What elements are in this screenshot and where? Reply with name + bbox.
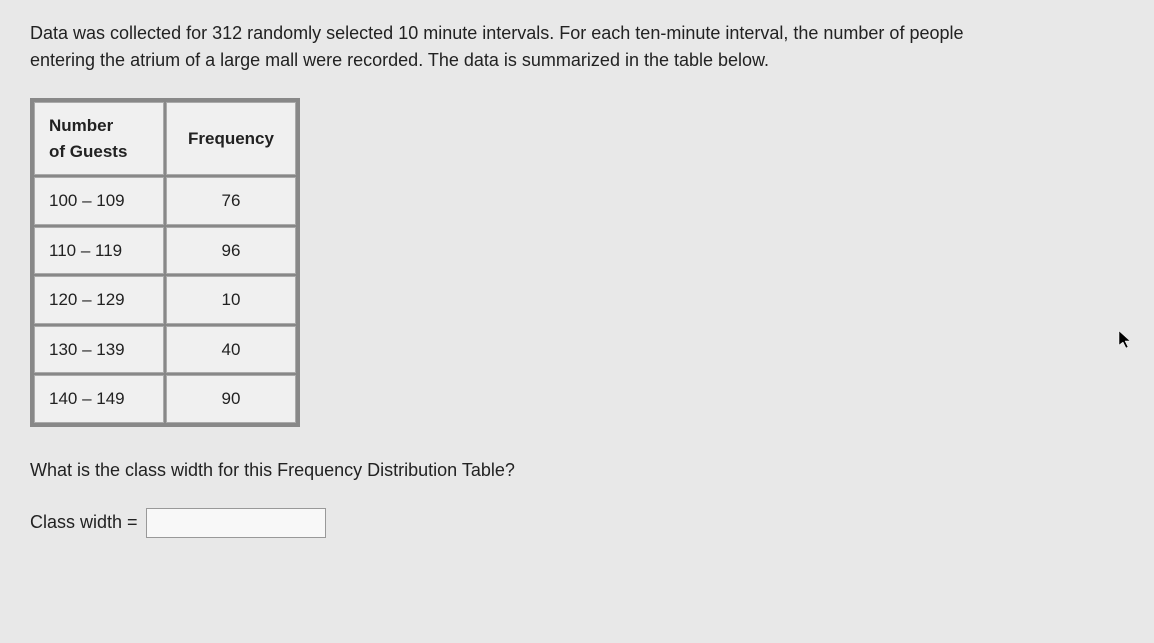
range-cell: 130 – 139 [34, 326, 164, 374]
table-row: 120 – 129 10 [34, 276, 296, 324]
header-frequency: Frequency [166, 102, 296, 175]
answer-label: Class width = [30, 509, 138, 536]
range-cell: 120 – 129 [34, 276, 164, 324]
frequency-cell: 76 [166, 177, 296, 225]
header-number-of-guests: Number of Guests [34, 102, 164, 175]
table-row: 110 – 119 96 [34, 227, 296, 275]
frequency-cell: 96 [166, 227, 296, 275]
problem-intro: Data was collected for 312 randomly sele… [30, 20, 1030, 74]
range-cell: 100 – 109 [34, 177, 164, 225]
frequency-table: Number of Guests Frequency 100 – 109 76 … [30, 98, 300, 427]
cursor-icon [1118, 330, 1134, 358]
question-text: What is the class width for this Frequen… [30, 457, 1124, 484]
table-header-row: Number of Guests Frequency [34, 102, 296, 175]
class-width-input[interactable] [146, 508, 326, 538]
range-cell: 140 – 149 [34, 375, 164, 423]
header-col1-line1: Number [49, 116, 113, 135]
table-row: 130 – 139 40 [34, 326, 296, 374]
frequency-cell: 90 [166, 375, 296, 423]
header-col1-line2: of Guests [49, 142, 127, 161]
answer-row: Class width = [30, 508, 1124, 538]
range-cell: 110 – 119 [34, 227, 164, 275]
table-row: 140 – 149 90 [34, 375, 296, 423]
table-row: 100 – 109 76 [34, 177, 296, 225]
frequency-cell: 10 [166, 276, 296, 324]
frequency-cell: 40 [166, 326, 296, 374]
